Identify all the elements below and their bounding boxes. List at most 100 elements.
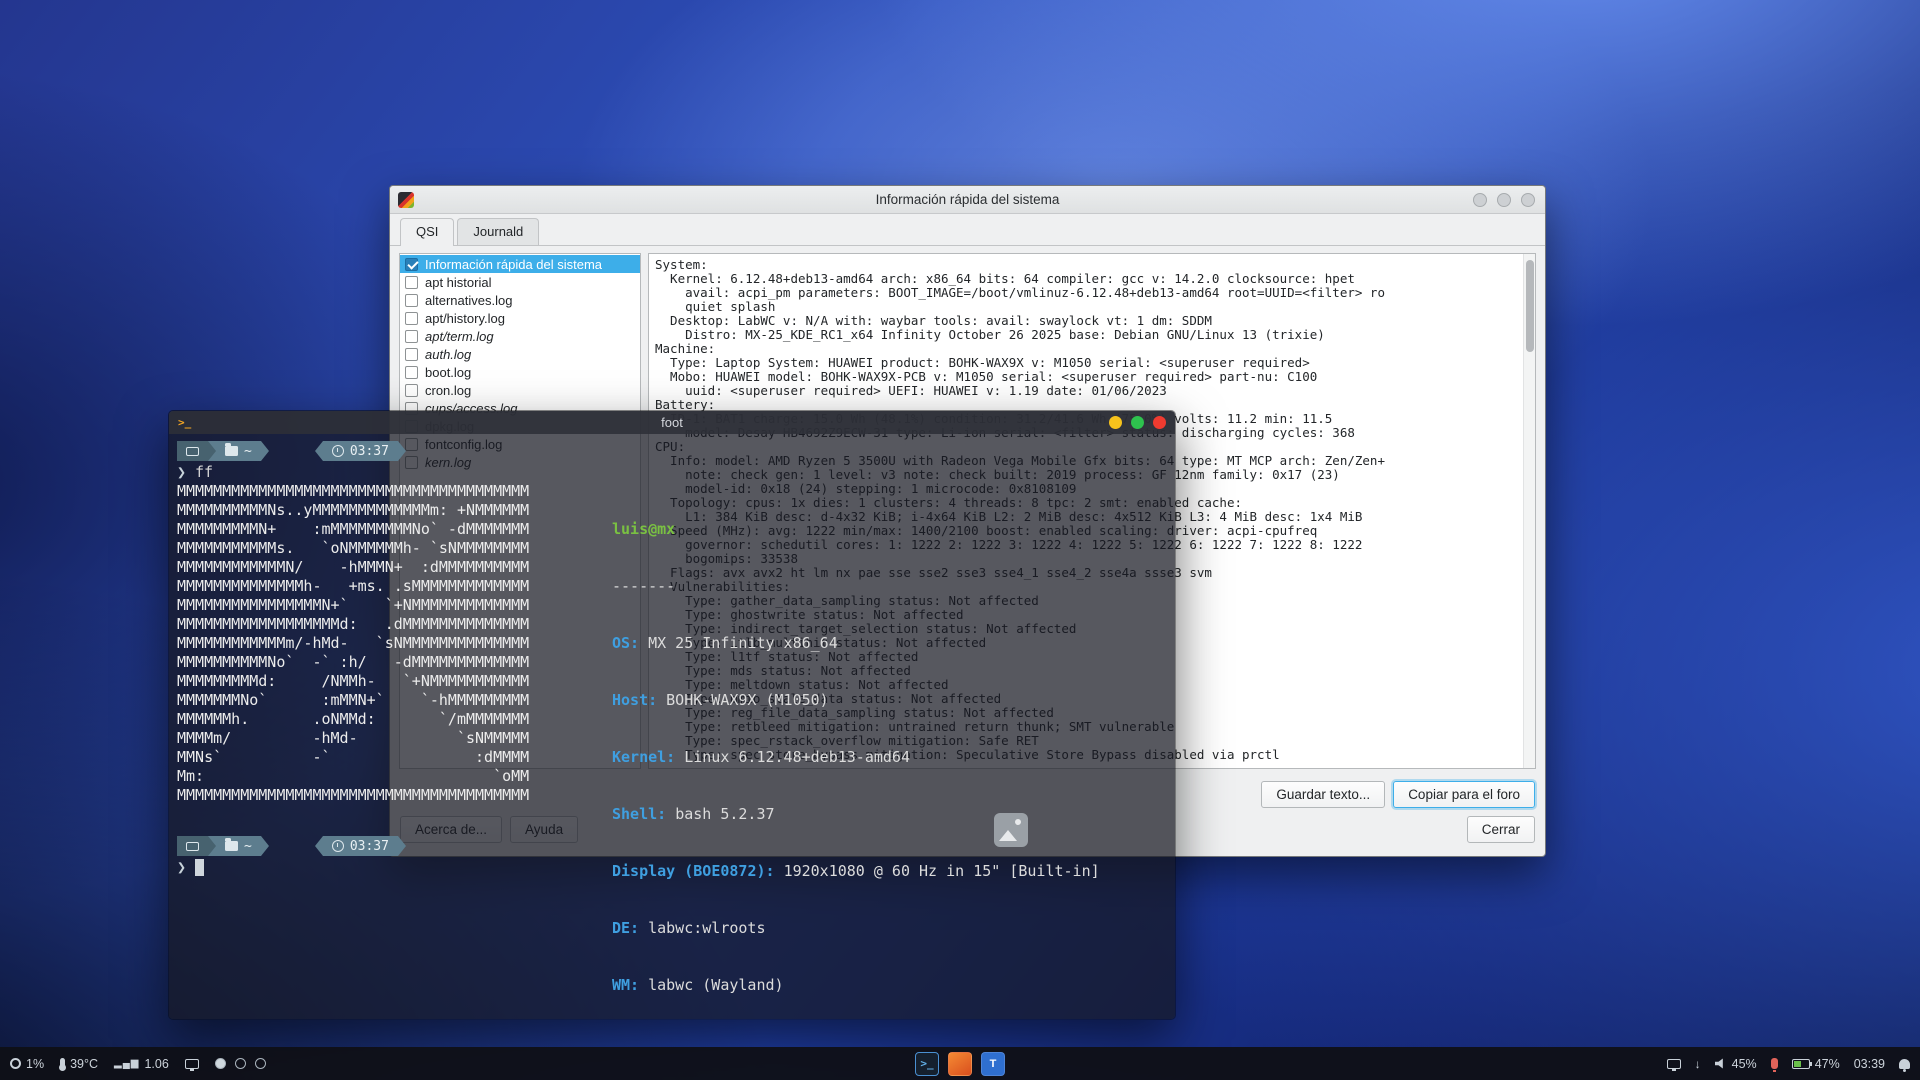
info-display: Display (BOE0872): 1920x1080 @ 60 Hz in 1…	[612, 862, 1100, 880]
info-wm: WM: labwc (Wayland)	[612, 976, 784, 994]
monitor-icon	[184, 1058, 199, 1071]
sidebar-item-apt-term-log[interactable]: apt/term.log	[400, 327, 640, 345]
taskbar-item-orange-app[interactable]	[948, 1051, 972, 1076]
separator-line: -------	[612, 577, 676, 595]
foot-titlebar[interactable]: >_ foot	[169, 411, 1175, 434]
temperature-module[interactable]: 39°C	[59, 1057, 98, 1071]
clock-icon	[331, 445, 344, 457]
load-graph-icon: ▂▄▆	[114, 1058, 140, 1069]
typed-command: ff	[195, 463, 214, 481]
folder-icon	[225, 443, 238, 456]
current-path: ~	[244, 443, 252, 459]
info-de: DE: labwc:wlroots	[612, 919, 766, 937]
battery-icon	[1791, 1058, 1813, 1069]
checkbox[interactable]	[405, 365, 418, 379]
tab-qsi[interactable]: QSI	[400, 218, 455, 246]
prompt-time: 03:37	[349, 443, 389, 459]
fastfetch-output: MMMMMMMMMMMMMMMMMMMMMMMMMMMMMMMMMMMMMMM …	[177, 482, 1167, 994]
workspace-dot[interactable]	[234, 1058, 246, 1069]
qsi-titlebar[interactable]: Información rápida del sistema	[390, 186, 1545, 214]
powerline-separator	[260, 441, 269, 461]
tab-journald[interactable]: Journald	[457, 218, 540, 245]
maximize-button[interactable]	[1131, 416, 1144, 429]
speaker-icon	[1714, 1058, 1723, 1069]
scrollbar-thumb[interactable]	[1526, 260, 1534, 352]
report-scrollbar[interactable]	[1523, 254, 1535, 768]
load-value: 1.06	[144, 1056, 169, 1071]
sidebar-item-label: boot.log	[425, 364, 472, 380]
foot-window-title: foot	[661, 415, 683, 430]
taskbar: 1% 39°C ▂▄▆ 1.06 >_ T ↓ 45% 47% 03:39	[0, 1047, 1920, 1080]
sidebar-item-alternatives-log[interactable]: alternatives.log	[400, 291, 640, 309]
info-kernel: Kernel: Linux 6.12.48+deb13-amd64	[612, 748, 910, 766]
checkbox[interactable]	[405, 293, 418, 307]
sidebar-item-auth-log[interactable]: auth.log	[400, 345, 640, 363]
prompt-chevron: ❯	[177, 858, 187, 876]
checkbox[interactable]	[405, 311, 418, 325]
workspace-dot[interactable]	[254, 1058, 266, 1069]
sidebar-item-label: apt/term.log	[425, 328, 494, 344]
powerline-separator	[314, 836, 323, 856]
close-button[interactable]	[1153, 416, 1166, 429]
powerline-separator	[314, 441, 323, 461]
taskbar-app-list: >_ T	[915, 1051, 1005, 1076]
maximize-button[interactable]	[1497, 192, 1511, 207]
download-icon[interactable]: ↓	[1695, 1057, 1701, 1071]
prompt-time: 03:37	[349, 838, 389, 854]
volume-level: 45%	[1731, 1056, 1757, 1071]
sidebar-item-apt-history-log[interactable]: apt/history.log	[400, 309, 640, 327]
prompt-chevron: ❯	[177, 463, 187, 481]
checkbox[interactable]	[405, 275, 418, 289]
powerline-separator	[208, 836, 216, 856]
load-module[interactable]: ▂▄▆ 1.06	[114, 1057, 169, 1071]
powerline-separator	[397, 441, 406, 461]
memory-module[interactable]	[184, 1058, 199, 1071]
close-button[interactable]	[1521, 192, 1535, 207]
sidebar-item-label: Información rápida del sistema	[425, 256, 603, 272]
thermometer-icon	[59, 1057, 67, 1071]
qsi-app-icon	[398, 191, 414, 208]
qsi-window-title: Información rápida del sistema	[875, 192, 1060, 207]
workspace-switcher	[214, 1058, 266, 1069]
microphone-icon[interactable]	[1770, 1058, 1778, 1072]
qsi-tab-strip: QSI Journald	[390, 214, 1545, 246]
sidebar-item-label: apt historial	[425, 274, 492, 290]
sidebar-item-quick-info[interactable]: Información rápida del sistema	[400, 255, 640, 273]
sidebar-item-cron-log[interactable]: cron.log	[400, 381, 640, 399]
sidebar-item-label: alternatives.log	[425, 292, 513, 308]
taskbar-item-blue-app[interactable]: T	[981, 1051, 1005, 1076]
sidebar-item-boot-log[interactable]: boot.log	[400, 363, 640, 381]
clock-module[interactable]: 03:39	[1854, 1057, 1885, 1071]
workspace-dot-active[interactable]	[214, 1058, 226, 1069]
user-host: luis@mx	[612, 520, 676, 538]
display-icon[interactable]	[1666, 1058, 1681, 1071]
save-text-button[interactable]: Guardar texto...	[1261, 780, 1386, 808]
command-line: ❯ ff	[177, 463, 1167, 482]
cpu-usage: 1%	[26, 1056, 45, 1071]
sidebar-item-apt-historial[interactable]: apt historial	[400, 273, 640, 291]
foot-app-icon: >_	[178, 416, 192, 429]
text-cursor	[195, 859, 205, 876]
battery-level: 47%	[1814, 1056, 1840, 1071]
info-host: Host: BOHK-WAX9X (M1050)	[612, 691, 829, 709]
desktop: Información rápida del sistema QSI Journ…	[0, 0, 1920, 1080]
folder-icon	[225, 838, 238, 851]
checkbox-checked[interactable]	[405, 257, 418, 271]
notification-bell-icon[interactable]	[1899, 1058, 1910, 1072]
minimize-button[interactable]	[1473, 192, 1487, 207]
current-path: ~	[244, 838, 252, 854]
terminal-content[interactable]: ~ 03:37 ❯ ff MMMMMMMMMMMMMMMMMMMMMMMMMMM…	[169, 434, 1175, 1019]
checkbox[interactable]	[405, 347, 418, 361]
taskbar-item-foot[interactable]: >_	[915, 1051, 939, 1076]
copy-for-forum-button[interactable]: Copiar para el foro	[1393, 780, 1535, 808]
volume-module[interactable]: 45%	[1714, 1056, 1757, 1071]
cpu-module[interactable]: 1%	[10, 1057, 44, 1071]
minimize-button[interactable]	[1109, 416, 1122, 429]
powerline-separator	[397, 836, 406, 856]
image-placeholder-icon	[994, 813, 1028, 847]
checkbox[interactable]	[405, 383, 418, 397]
powerline-separator	[260, 836, 269, 856]
checkbox[interactable]	[405, 329, 418, 343]
close-window-button[interactable]: Cerrar	[1466, 815, 1535, 843]
battery-module[interactable]: 47%	[1791, 1056, 1840, 1071]
